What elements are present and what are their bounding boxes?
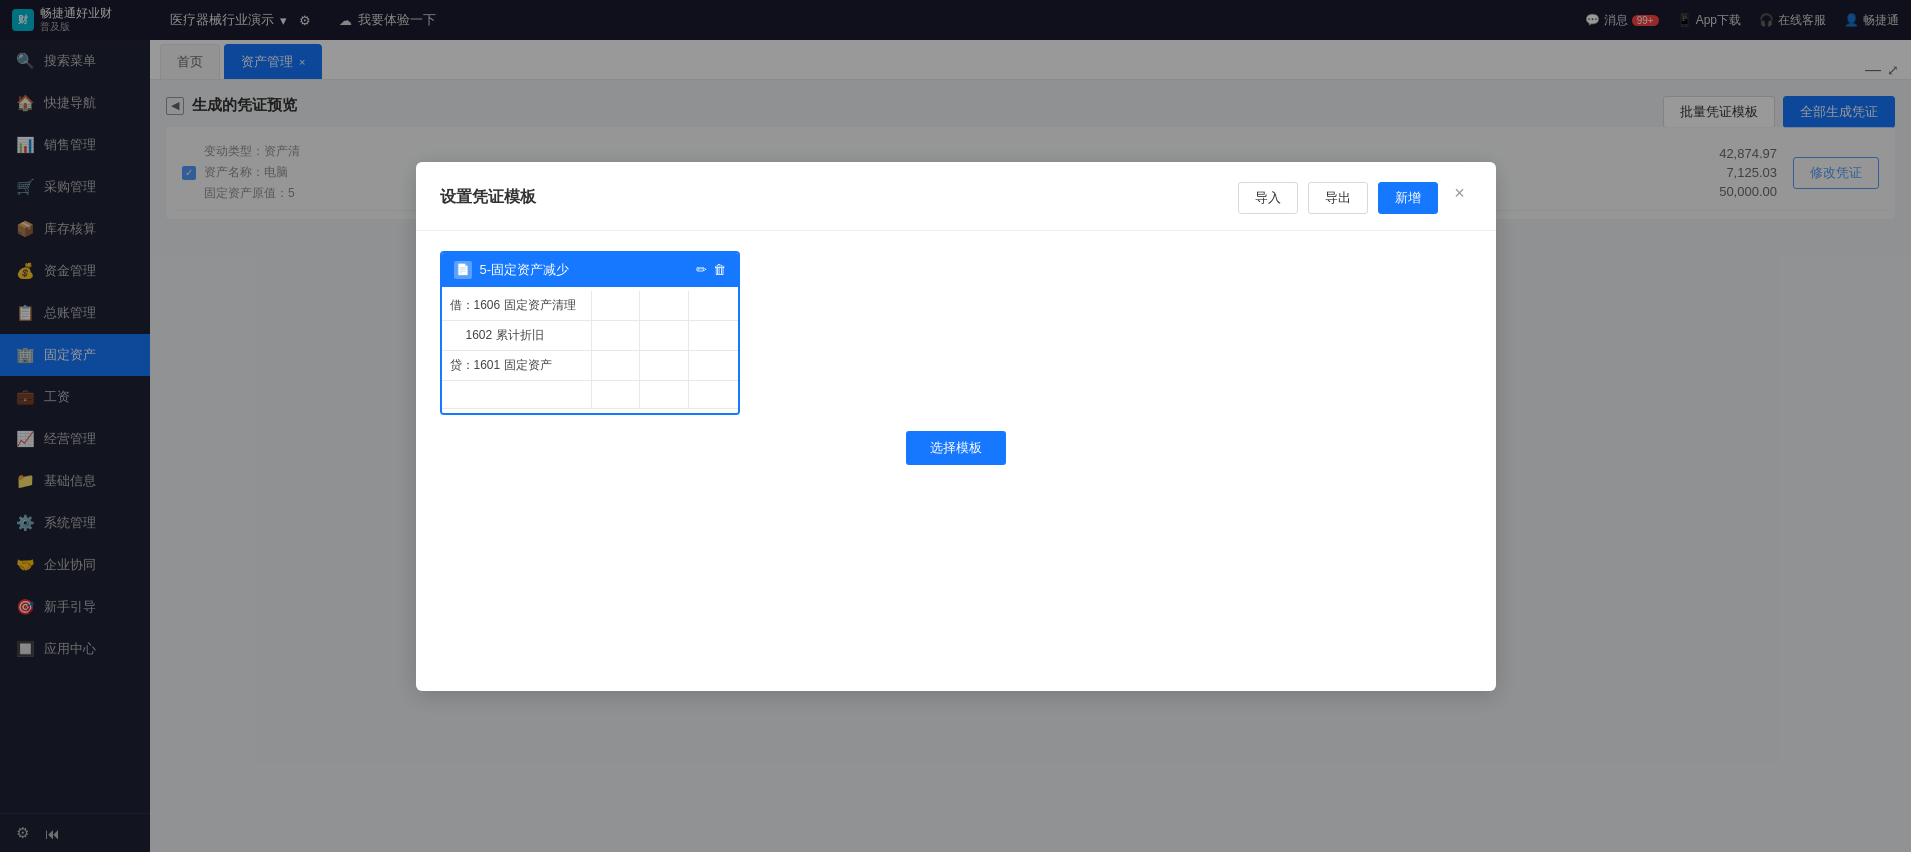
select-template-button[interactable]: 选择模板: [906, 431, 1006, 465]
template-actions: ✏ 🗑: [696, 262, 726, 277]
modal-close-button[interactable]: ×: [1448, 182, 1472, 206]
export-button[interactable]: 导出: [1308, 182, 1368, 214]
template-card: 📄 5-固定资产减少 ✏ 🗑 借：1606 固定资产清理: [440, 251, 740, 415]
modal-body: 📄 5-固定资产减少 ✏ 🗑 借：1606 固定资产清理: [416, 231, 1496, 691]
entry-side: 贷：1601 固定资产: [442, 351, 592, 380]
template-name: 5-固定资产减少: [480, 261, 570, 279]
template-card-header: 📄 5-固定资产减少 ✏ 🗑: [442, 253, 738, 287]
template-entry-row: 1602 累计折旧: [442, 321, 738, 351]
modal-dialog: 设置凭证模板 导入 导出 新增 × 📄 5-固定资产减少 ✏ 🗑: [416, 162, 1496, 691]
entry-side: 借：1606 固定资产清理: [442, 291, 592, 320]
new-template-button[interactable]: 新增: [1378, 182, 1438, 214]
modal-title: 设置凭证模板: [440, 187, 536, 208]
entry-account: 1602 累计折旧: [442, 321, 592, 350]
template-card-body: 借：1606 固定资产清理 1602 累计折旧 贷：1601 固定资产: [442, 287, 738, 413]
import-button[interactable]: 导入: [1238, 182, 1298, 214]
modal-overlay: 设置凭证模板 导入 导出 新增 × 📄 5-固定资产减少 ✏ 🗑: [0, 0, 1911, 852]
template-entry-row: 借：1606 固定资产清理: [442, 291, 738, 321]
template-entry-row: 贷：1601 固定资产: [442, 351, 738, 381]
edit-icon[interactable]: ✏: [696, 262, 707, 277]
delete-icon[interactable]: 🗑: [713, 262, 726, 277]
template-icon: 📄: [454, 261, 472, 279]
template-empty-row: [442, 381, 738, 409]
modal-header: 设置凭证模板 导入 导出 新增 ×: [416, 162, 1496, 231]
modal-actions: 导入 导出 新增 ×: [1238, 182, 1472, 214]
